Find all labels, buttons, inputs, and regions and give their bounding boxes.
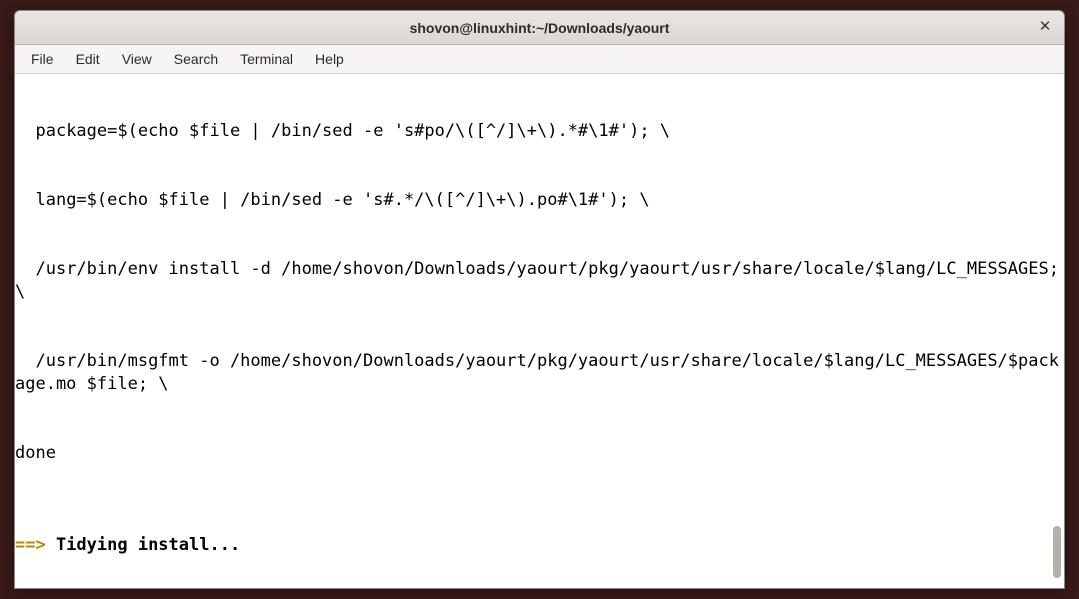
close-icon[interactable]: ✕ — [1034, 16, 1056, 38]
output-line: done — [15, 442, 1064, 465]
output-line: /usr/bin/env install -d /home/shovon/Dow… — [15, 258, 1064, 304]
menu-search[interactable]: Search — [164, 47, 228, 71]
scrollbar-thumb[interactable] — [1053, 526, 1061, 577]
output-line: package=$(echo $file | /bin/sed -e 's#po… — [15, 120, 1064, 143]
menu-help[interactable]: Help — [305, 47, 354, 71]
window-title: shovon@linuxhint:~/Downloads/yaourt — [410, 20, 670, 36]
menu-terminal[interactable]: Terminal — [230, 47, 303, 71]
menubar: File Edit View Search Terminal Help — [15, 45, 1064, 74]
arrow-major-icon: ==> — [15, 535, 46, 555]
output-line: lang=$(echo $file | /bin/sed -e 's#.*/\(… — [15, 189, 1064, 212]
scrollbar[interactable] — [1053, 74, 1061, 588]
terminal-output[interactable]: package=$(echo $file | /bin/sed -e 's#po… — [15, 74, 1064, 588]
menu-view[interactable]: View — [112, 47, 162, 71]
menu-file[interactable]: File — [21, 47, 64, 71]
titlebar: shovon@linuxhint:~/Downloads/yaourt ✕ — [15, 11, 1064, 45]
menu-edit[interactable]: Edit — [66, 47, 110, 71]
output-line: ==> Tidying install... — [15, 534, 1064, 557]
terminal-window: shovon@linuxhint:~/Downloads/yaourt ✕ Fi… — [14, 10, 1065, 589]
output-line: /usr/bin/msgfmt -o /home/shovon/Download… — [15, 350, 1064, 396]
